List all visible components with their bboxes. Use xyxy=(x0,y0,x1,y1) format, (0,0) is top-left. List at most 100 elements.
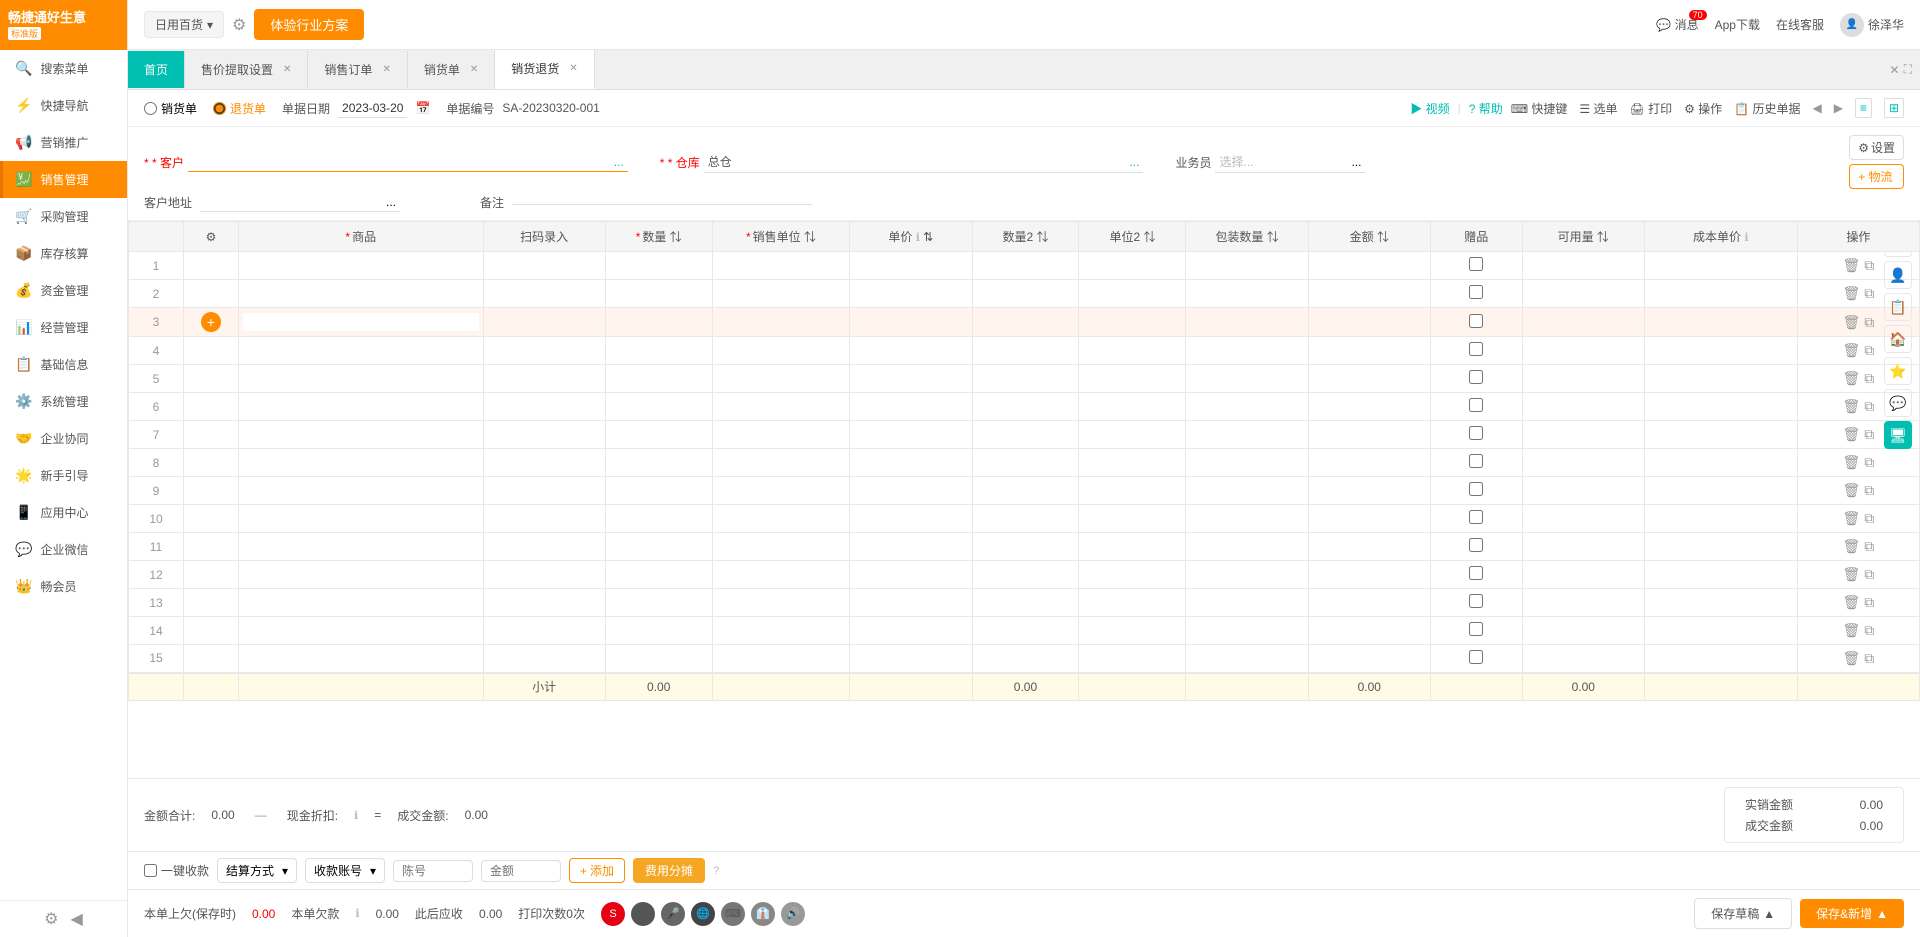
view-list-btn[interactable]: ≡ xyxy=(1855,98,1872,118)
cell-qty-12[interactable] xyxy=(605,561,712,589)
cell-gift-6[interactable] xyxy=(1430,393,1522,421)
tab-sales-deliver-close[interactable]: ✕ xyxy=(470,64,478,75)
gift-checkbox-3[interactable] xyxy=(1469,314,1483,328)
sidebar-item-purchase[interactable]: 🛒 采购管理 xyxy=(0,198,127,235)
cell-pkgqty-3[interactable] xyxy=(1186,308,1308,337)
delete-row-btn-11[interactable]: 🗑 xyxy=(1842,538,1860,555)
sidebar-item-search[interactable]: 🔍 搜索菜单 xyxy=(0,50,127,87)
cell-price-3[interactable] xyxy=(850,308,972,337)
tab-sales-order-close[interactable]: ✕ xyxy=(382,64,390,75)
delete-row-btn-7[interactable]: 🗑 xyxy=(1842,426,1860,443)
cell-qty-7[interactable] xyxy=(605,421,712,449)
gift-checkbox-14[interactable] xyxy=(1469,622,1483,636)
radio-return[interactable]: 退货单 xyxy=(213,100,266,117)
gift-checkbox-15[interactable] xyxy=(1469,650,1483,664)
cell-pkgqty-2[interactable] xyxy=(1186,280,1308,308)
cell-unit2-11[interactable] xyxy=(1079,533,1186,561)
remark-input[interactable] xyxy=(512,200,812,205)
tab-sales-return[interactable]: 销货退货 ✕ xyxy=(495,50,594,89)
cell-goods-7[interactable] xyxy=(239,421,484,449)
cell-qty-10[interactable] xyxy=(605,505,712,533)
cell-goods-9[interactable] xyxy=(239,477,484,505)
cell-unit-12[interactable] xyxy=(712,561,850,589)
bottom-icon-7[interactable]: 🔊 xyxy=(781,902,805,926)
cell-unit-3[interactable] xyxy=(712,308,850,337)
copy-row-btn-9[interactable]: ⧉ xyxy=(1864,482,1874,499)
cell-pkgqty-11[interactable] xyxy=(1186,533,1308,561)
salesperson-ellipsis[interactable]: ... xyxy=(1351,155,1361,169)
sidebar-item-shortcuts[interactable]: ⚡ 快捷导航 xyxy=(0,87,127,124)
cell-qty-14[interactable] xyxy=(605,617,712,645)
cell-qty2-9[interactable] xyxy=(972,477,1079,505)
sidebar-item-newguide[interactable]: 🌟 新手引导 xyxy=(0,457,127,494)
cell-unit2-8[interactable] xyxy=(1079,449,1186,477)
cell-unit2-1[interactable] xyxy=(1079,252,1186,280)
cell-price-12[interactable] xyxy=(850,561,972,589)
cell-qty-11[interactable] xyxy=(605,533,712,561)
calendar-icon[interactable]: 📅 xyxy=(415,101,430,115)
radio-sale-input[interactable] xyxy=(144,102,157,115)
cell-price-10[interactable] xyxy=(850,505,972,533)
sidebar-item-operations[interactable]: 📊 经营管理 xyxy=(0,309,127,346)
account-select[interactable]: 收款账号 ▾ xyxy=(305,858,385,883)
cell-qty2-3[interactable] xyxy=(972,308,1079,337)
salesperson-input[interactable]: 选择... ... xyxy=(1215,151,1365,173)
delete-row-btn-3[interactable]: 🗑 xyxy=(1842,314,1860,331)
cell-unit-11[interactable] xyxy=(712,533,850,561)
cell-pkgqty-12[interactable] xyxy=(1186,561,1308,589)
cell-price-13[interactable] xyxy=(850,589,972,617)
th-gear[interactable]: ⚙ xyxy=(184,222,239,252)
cell-unit2-10[interactable] xyxy=(1079,505,1186,533)
sidebar-item-appcenter[interactable]: 📱 应用中心 xyxy=(0,494,127,531)
add-payment-btn[interactable]: + 添加 xyxy=(569,858,625,883)
next-icon[interactable]: ▶ xyxy=(1834,101,1843,115)
cell-gift-1[interactable] xyxy=(1430,252,1522,280)
cell-unit2-12[interactable] xyxy=(1079,561,1186,589)
gift-checkbox-2[interactable] xyxy=(1469,285,1483,299)
delete-row-btn-1[interactable]: 🗑 xyxy=(1842,257,1860,274)
right-action-6[interactable]: 💬 xyxy=(1884,389,1912,417)
cell-qty2-5[interactable] xyxy=(972,365,1079,393)
th-scan[interactable]: 扫码录入 xyxy=(483,222,605,252)
cell-qty-1[interactable] xyxy=(605,252,712,280)
radio-return-input[interactable] xyxy=(213,102,226,115)
copy-row-btn-2[interactable]: ⧉ xyxy=(1864,285,1874,302)
settings-icon[interactable]: ⚙ xyxy=(44,909,58,929)
bottom-icon-3[interactable]: 🎤 xyxy=(661,902,685,926)
cell-qty2-15[interactable] xyxy=(972,645,1079,673)
cell-unit2-2[interactable] xyxy=(1079,280,1186,308)
bottom-icon-6[interactable]: 👔 xyxy=(751,902,775,926)
cell-price-2[interactable] xyxy=(850,280,972,308)
cell-goods-14[interactable] xyxy=(239,617,484,645)
sidebar-item-system[interactable]: ⚙️ 系统管理 xyxy=(0,383,127,420)
cell-qty-4[interactable] xyxy=(605,337,712,365)
right-action-3[interactable]: 📋 xyxy=(1884,293,1912,321)
cell-unit-6[interactable] xyxy=(712,393,850,421)
cell-pkgqty-4[interactable] xyxy=(1186,337,1308,365)
app-download-btn[interactable]: App下载 xyxy=(1715,16,1760,33)
copy-row-btn-10[interactable]: ⧉ xyxy=(1864,510,1874,527)
tab-sales-order[interactable]: 销售订单 ✕ xyxy=(308,51,407,88)
message-btn[interactable]: 💬 70 消息 xyxy=(1656,16,1698,33)
cell-unit2-14[interactable] xyxy=(1079,617,1186,645)
account-number-input[interactable] xyxy=(393,860,473,882)
sidebar-item-enterprise[interactable]: 🤝 企业协同 xyxy=(0,420,127,457)
cell-gift-15[interactable] xyxy=(1430,645,1522,673)
cell-unit-1[interactable] xyxy=(712,252,850,280)
bottom-icon-2[interactable]: 中 xyxy=(631,902,655,926)
gift-checkbox-6[interactable] xyxy=(1469,398,1483,412)
cell-price-8[interactable] xyxy=(850,449,972,477)
tab-fullscreen-icon[interactable]: ⛶ xyxy=(1904,62,1912,77)
shortcut-btn[interactable]: ⌨ 快捷键 xyxy=(1511,100,1568,117)
cell-price-9[interactable] xyxy=(850,477,972,505)
cell-unit2-13[interactable] xyxy=(1079,589,1186,617)
sidebar-item-member[interactable]: 👑 畅会员 xyxy=(0,568,127,605)
cell-goods-2[interactable] xyxy=(239,280,484,308)
cell-qty-8[interactable] xyxy=(605,449,712,477)
delete-row-btn-8[interactable]: 🗑 xyxy=(1842,454,1860,471)
radio-sale[interactable]: 销货单 xyxy=(144,100,197,117)
cell-unit2-3[interactable] xyxy=(1079,308,1186,337)
delete-row-btn-4[interactable]: 🗑 xyxy=(1842,342,1860,359)
right-action-5[interactable]: ⭐ xyxy=(1884,357,1912,385)
cell-price-1[interactable] xyxy=(850,252,972,280)
